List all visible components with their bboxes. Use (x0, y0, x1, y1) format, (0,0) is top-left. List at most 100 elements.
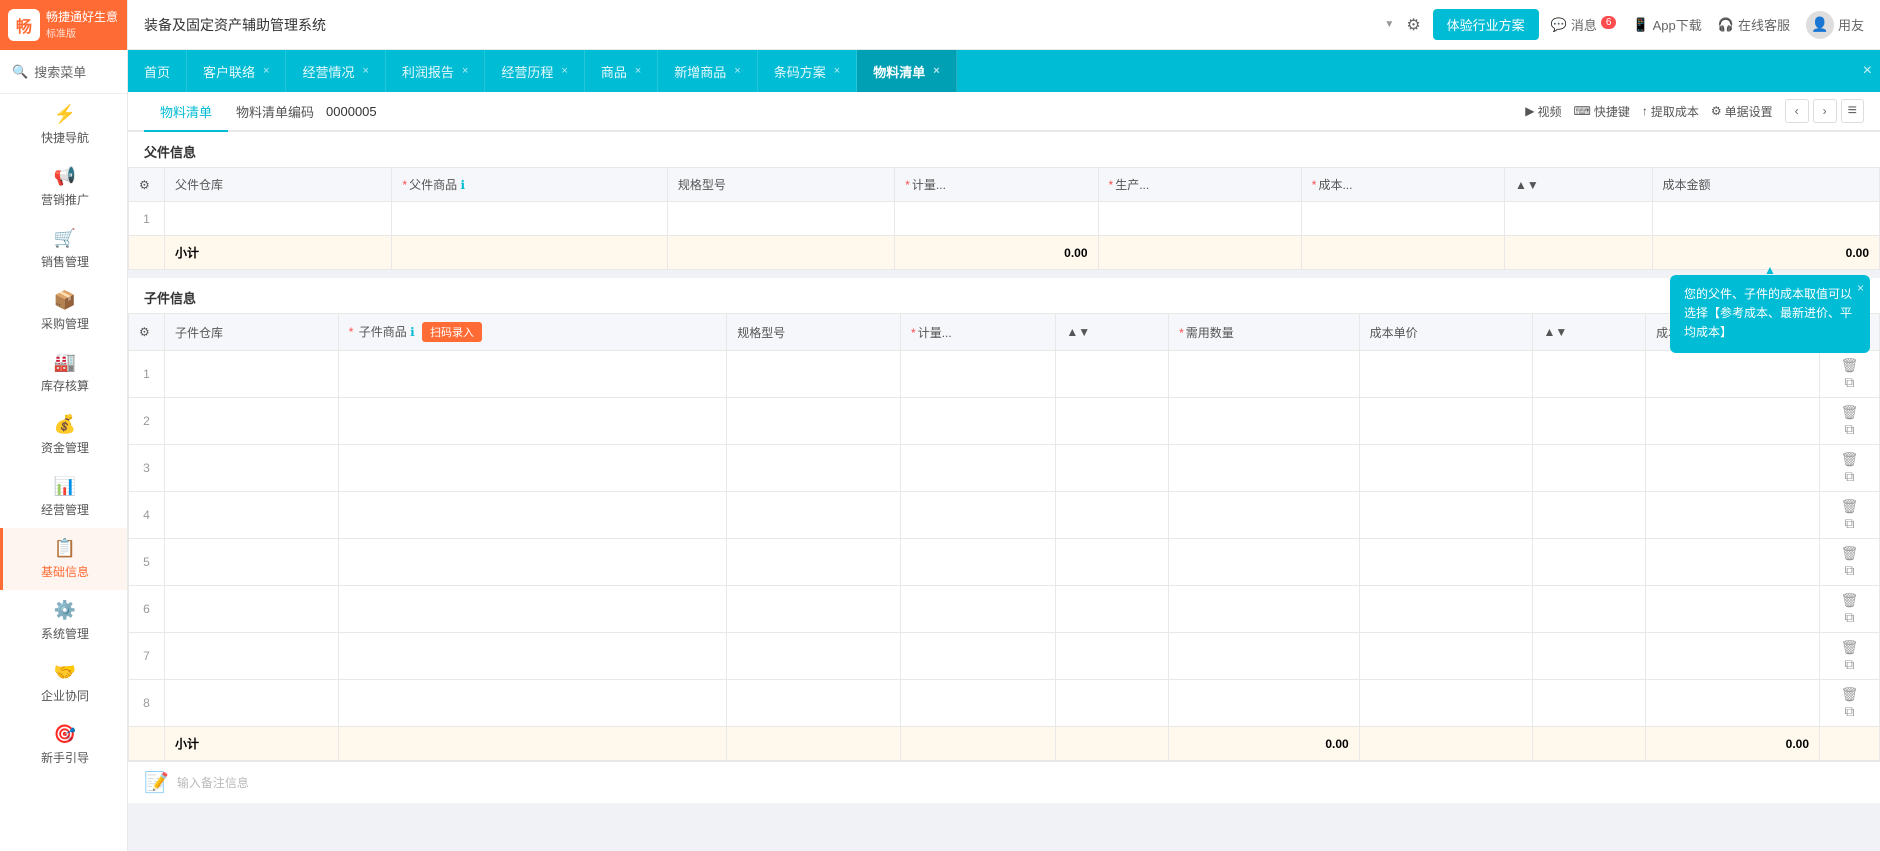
child-row-unit-cost[interactable] (1359, 680, 1533, 727)
child-row-spec[interactable] (727, 398, 901, 445)
delete-icon[interactable]: 🗑 (1841, 545, 1859, 561)
tab-operation-history-close[interactable]: × (561, 65, 567, 77)
child-row-unit[interactable] (901, 633, 1056, 680)
tab-barcode-close[interactable]: × (834, 65, 840, 77)
child-row-required-qty[interactable] (1169, 492, 1360, 539)
tab-new-product[interactable]: 新增商品 × (658, 50, 757, 92)
child-col-settings[interactable]: ⚙ (129, 314, 165, 351)
copy-icon[interactable]: ⧉ (1845, 609, 1855, 625)
sidebar-item-collab[interactable]: 🤝 企业协同 (0, 652, 127, 714)
child-row-spec[interactable] (727, 445, 901, 492)
child-row-warehouse[interactable] (165, 492, 339, 539)
child-row-unit[interactable] (901, 539, 1056, 586)
sidebar-item-guide[interactable]: 🎯 新手引导 (0, 714, 127, 776)
parent-row-1-unit[interactable] (895, 202, 1098, 236)
child-row-unit-cost[interactable] (1359, 492, 1533, 539)
next-page-btn[interactable]: › (1813, 99, 1837, 123)
parent-row-1-cost[interactable] (1301, 202, 1504, 236)
child-row-spec[interactable] (727, 539, 901, 586)
user-button[interactable]: 👤 用友 (1806, 11, 1864, 39)
sub-tab-bom-list[interactable]: 物料清单 (144, 92, 228, 132)
child-row-required-qty[interactable] (1169, 351, 1360, 398)
parent-row-1-product[interactable] (392, 202, 667, 236)
tab-new-product-close[interactable]: × (734, 65, 740, 77)
child-row-unit-cost[interactable] (1359, 351, 1533, 398)
message-button[interactable]: 💬 消息 6 (1551, 15, 1617, 34)
child-row-spec[interactable] (727, 351, 901, 398)
tabs-close-all[interactable]: × (1855, 62, 1880, 80)
parent-col-settings[interactable]: ⚙ (129, 168, 165, 202)
child-row-product[interactable] (338, 586, 726, 633)
child-row-product[interactable] (338, 633, 726, 680)
sidebar-item-operation[interactable]: 📊 经营管理 (0, 466, 127, 528)
tab-products-close[interactable]: × (635, 65, 641, 77)
child-row-warehouse[interactable] (165, 586, 339, 633)
tab-bom[interactable]: 物料清单 × (857, 50, 956, 92)
copy-icon[interactable]: ⧉ (1845, 468, 1855, 484)
copy-icon[interactable]: ⧉ (1845, 656, 1855, 672)
parent-row-1-spec[interactable] (667, 202, 894, 236)
child-row-unit-cost[interactable] (1359, 586, 1533, 633)
child-row-required-qty[interactable] (1169, 680, 1360, 727)
delete-icon[interactable]: 🗑 (1841, 357, 1859, 373)
sidebar-item-quicknav[interactable]: ⚡ 快捷导航 (0, 94, 127, 156)
child-row-unit[interactable] (901, 586, 1056, 633)
sidebar-item-finance[interactable]: 💰 资金管理 (0, 404, 127, 466)
parent-row-1-warehouse[interactable] (165, 202, 392, 236)
experience-btn[interactable]: 体验行业方案 (1433, 9, 1539, 40)
child-row-required-qty[interactable] (1169, 539, 1360, 586)
copy-icon[interactable]: ⧉ (1845, 703, 1855, 719)
view-btn[interactable]: ▶ 视频 (1525, 103, 1561, 120)
child-row-unit[interactable] (901, 351, 1056, 398)
delete-icon[interactable]: 🗑 (1841, 498, 1859, 514)
parent-row-1-production[interactable] (1098, 202, 1301, 236)
child-row-warehouse[interactable] (165, 680, 339, 727)
child-row-unit[interactable] (901, 680, 1056, 727)
child-row-product[interactable] (338, 680, 726, 727)
extract-cost-btn[interactable]: ↑ 提取成本 (1642, 103, 1699, 120)
app-download-button[interactable]: 📱 App下载 (1632, 15, 1701, 34)
sidebar-item-purchase[interactable]: 📦 采购管理 (0, 280, 127, 342)
delete-icon[interactable]: 🗑 (1841, 592, 1859, 608)
sidebar-item-system[interactable]: ⚙️ 系统管理 (0, 590, 127, 652)
child-row-product[interactable] (338, 398, 726, 445)
tab-home[interactable]: 首页 (128, 50, 187, 92)
child-row-product[interactable] (338, 539, 726, 586)
tab-profit-report[interactable]: 利润报告 × (386, 50, 485, 92)
child-row-spec[interactable] (727, 680, 901, 727)
list-view-btn[interactable]: ≡ (1841, 99, 1864, 123)
child-row-unit[interactable] (901, 398, 1056, 445)
delete-icon[interactable]: 🗑 (1841, 639, 1859, 655)
sidebar-item-marketing[interactable]: 📢 营销推广 (0, 156, 127, 218)
copy-icon[interactable]: ⧉ (1845, 421, 1855, 437)
tab-products[interactable]: 商品 × (585, 50, 658, 92)
sidebar-item-inventory[interactable]: 🏭 库存核算 (0, 342, 127, 404)
child-row-product[interactable] (338, 445, 726, 492)
child-row-warehouse[interactable] (165, 445, 339, 492)
prev-page-btn[interactable]: ‹ (1785, 99, 1809, 123)
settings-gear-button[interactable]: ⚙ (1406, 15, 1420, 35)
child-row-warehouse[interactable] (165, 398, 339, 445)
child-row-required-qty[interactable] (1169, 586, 1360, 633)
note-placeholder[interactable]: 输入备注信息 (177, 774, 249, 791)
tooltip-close-btn[interactable]: × (1857, 279, 1864, 298)
child-row-unit[interactable] (901, 445, 1056, 492)
child-row-required-qty[interactable] (1169, 398, 1360, 445)
sidebar-item-sales[interactable]: 🛒 销售管理 (0, 218, 127, 280)
child-row-spec[interactable] (727, 633, 901, 680)
copy-icon[interactable]: ⧉ (1845, 515, 1855, 531)
search-menu-button[interactable]: 🔍 搜索菜单 (8, 58, 119, 85)
delete-icon[interactable]: 🗑 (1841, 451, 1859, 467)
tab-barcode[interactable]: 条码方案 × (758, 50, 857, 92)
system-dropdown-arrow[interactable]: ▼ (1384, 19, 1394, 30)
tab-operation-status-close[interactable]: × (362, 65, 368, 77)
child-row-product[interactable] (338, 351, 726, 398)
sidebar-item-basic[interactable]: 📋 基础信息 (0, 528, 127, 590)
child-row-required-qty[interactable] (1169, 445, 1360, 492)
tab-profit-report-close[interactable]: × (462, 65, 468, 77)
delete-icon[interactable]: 🗑 (1841, 686, 1859, 702)
child-row-spec[interactable] (727, 586, 901, 633)
tab-operation-status[interactable]: 经营情况 × (286, 50, 385, 92)
child-row-required-qty[interactable] (1169, 633, 1360, 680)
child-row-unit-cost[interactable] (1359, 633, 1533, 680)
